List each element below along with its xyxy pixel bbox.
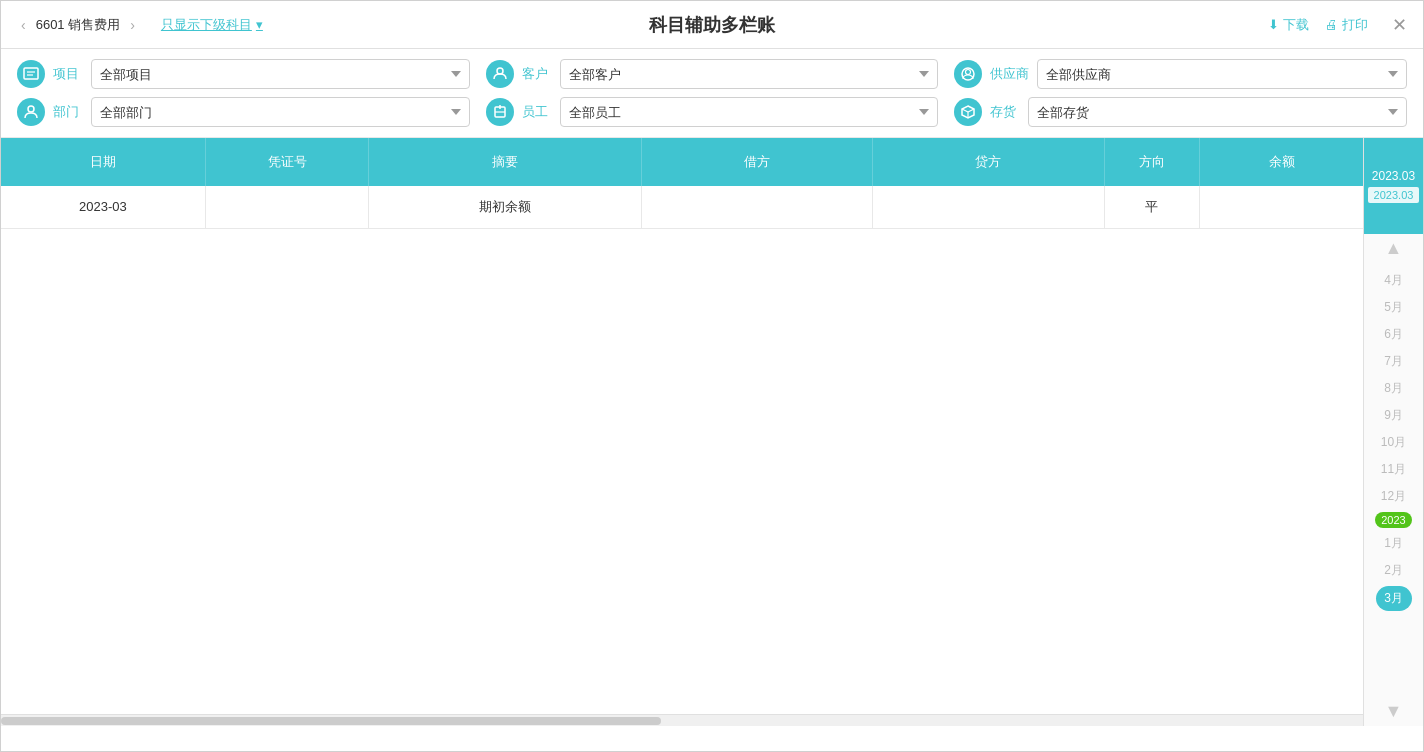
table-scroll-area[interactable]: 日期 凭证号 摘要 借方 贷方 方向 余额 2023-03 期初余额 平 <box>1 138 1363 714</box>
close-button[interactable]: ✕ <box>1392 14 1407 36</box>
inventory-label: 存货 <box>990 103 1020 121</box>
timeline-item[interactable]: 9月 <box>1364 402 1423 429</box>
supplier-icon <box>954 60 982 88</box>
chevron-down-icon: ▾ <box>256 17 263 32</box>
title-bar: ‹ 6601 销售费用 › 只显示下级科目 ▾ 科目辅助多栏账 ⬇ 下载 🖨 打… <box>1 1 1423 49</box>
department-select[interactable]: 全部部门 <box>91 97 470 127</box>
col-summary: 摘要 <box>369 138 641 186</box>
main-content: 日期 凭证号 摘要 借方 贷方 方向 余额 2023-03 期初余额 平 <box>1 138 1363 726</box>
horizontal-scrollbar[interactable] <box>1 714 1363 726</box>
show-sub-button[interactable]: 只显示下级科目 ▾ <box>161 16 263 34</box>
timeline-sidebar: 2023.03 2023.03 ▲ 4月5月6月7月8月9月10月11月12月 2… <box>1363 138 1423 726</box>
timeline-down-button[interactable]: ▼ <box>1364 697 1423 726</box>
supplier-select[interactable]: 全部供应商 <box>1037 59 1407 89</box>
timeline-item[interactable]: 2023 <box>1375 512 1411 528</box>
project-label: 项目 <box>53 65 83 83</box>
timeline-item[interactable]: 4月 <box>1364 267 1423 294</box>
col-balance: 余额 <box>1200 138 1363 186</box>
timeline-item[interactable]: 1月 <box>1364 530 1423 557</box>
timeline-header: 2023.03 2023.03 <box>1364 138 1423 234</box>
timeline-item[interactable]: 10月 <box>1364 429 1423 456</box>
filter-employee: 员工 全部员工 <box>486 97 939 127</box>
supplier-label: 供应商 <box>990 65 1029 83</box>
cell-1 <box>205 186 368 228</box>
inventory-icon <box>954 98 982 126</box>
scrollbar-thumb[interactable] <box>1 717 661 725</box>
filter-customer: 客户 全部客户 <box>486 59 939 89</box>
nav-next-button[interactable]: › <box>126 15 139 35</box>
table-body: 2023-03 期初余额 平 <box>1 186 1363 228</box>
timeline-item[interactable]: 5月 <box>1364 294 1423 321</box>
customer-icon <box>486 60 514 88</box>
svg-rect-0 <box>24 68 38 79</box>
col-date: 日期 <box>1 138 205 186</box>
table-section: 日期 凭证号 摘要 借方 贷方 方向 余额 2023-03 期初余额 平 <box>1 138 1423 726</box>
print-button[interactable]: 🖨 打印 <box>1325 16 1368 34</box>
customer-label: 客户 <box>522 65 552 83</box>
cell-6 <box>1200 186 1363 228</box>
timeline-item[interactable]: 8月 <box>1364 375 1423 402</box>
customer-select[interactable]: 全部客户 <box>560 59 939 89</box>
timeline-up-button[interactable]: ▲ <box>1364 234 1423 263</box>
show-sub-label: 只显示下级科目 <box>161 16 252 34</box>
filter-row-1: 项目 全部项目 客户 全部客户 <box>17 59 1407 89</box>
project-icon <box>17 60 45 88</box>
timeline-header-top: 2023.03 <box>1372 169 1415 183</box>
print-icon: 🖨 <box>1325 17 1338 32</box>
filter-row-2: 部门 全部部门 员工 全部员工 <box>17 97 1407 127</box>
cell-2: 期初余额 <box>369 186 641 228</box>
ledger-table: 日期 凭证号 摘要 借方 贷方 方向 余额 2023-03 期初余额 平 <box>1 138 1363 229</box>
title-actions: ⬇ 下载 🖨 打印 ✕ <box>1268 14 1407 36</box>
employee-select[interactable]: 全部员工 <box>560 97 939 127</box>
department-label: 部门 <box>53 103 83 121</box>
download-label: 下载 <box>1283 16 1309 34</box>
nav-prev-button[interactable]: ‹ <box>17 15 30 35</box>
account-code-label: 6601 销售费用 <box>36 16 121 34</box>
main-window: ‹ 6601 销售费用 › 只显示下级科目 ▾ 科目辅助多栏账 ⬇ 下载 🖨 打… <box>0 0 1424 752</box>
filter-bar: 项目 全部项目 客户 全部客户 <box>1 49 1423 138</box>
timeline-item[interactable]: 11月 <box>1364 456 1423 483</box>
download-icon: ⬇ <box>1268 17 1279 32</box>
col-direction: 方向 <box>1104 138 1199 186</box>
svg-point-3 <box>497 68 503 74</box>
table-header-row: 日期 凭证号 摘要 借方 贷方 方向 余额 <box>1 138 1363 186</box>
print-label: 打印 <box>1342 16 1368 34</box>
timeline-header-sub: 2023.03 <box>1368 187 1420 203</box>
timeline-item[interactable]: 3月 <box>1376 586 1412 611</box>
svg-line-11 <box>968 109 974 112</box>
filter-supplier: 供应商 全部供应商 <box>954 59 1407 89</box>
svg-point-6 <box>28 106 34 112</box>
col-credit: 贷方 <box>873 138 1105 186</box>
col-debit: 借方 <box>641 138 873 186</box>
employee-label: 员工 <box>522 103 552 121</box>
title-left: ‹ 6601 销售费用 › 只显示下级科目 ▾ <box>17 15 263 35</box>
timeline-item[interactable]: 6月 <box>1364 321 1423 348</box>
cell-5: 平 <box>1104 186 1199 228</box>
svg-point-5 <box>966 70 971 75</box>
timeline-item[interactable]: 12月 <box>1364 483 1423 510</box>
employee-icon <box>486 98 514 126</box>
filter-inventory: 存货 全部存货 <box>954 97 1407 127</box>
timeline-item[interactable]: 2月 <box>1364 557 1423 584</box>
cell-3 <box>641 186 873 228</box>
timeline-items: 4月5月6月7月8月9月10月11月12月 2023 1月2月3月 <box>1364 263 1423 697</box>
filter-department: 部门 全部部门 <box>17 97 470 127</box>
cell-0: 2023-03 <box>1 186 205 228</box>
table-row[interactable]: 2023-03 期初余额 平 <box>1 186 1363 228</box>
project-select[interactable]: 全部项目 <box>91 59 470 89</box>
svg-line-10 <box>962 109 968 112</box>
inventory-select[interactable]: 全部存货 <box>1028 97 1407 127</box>
timeline-item[interactable]: 7月 <box>1364 348 1423 375</box>
col-voucher: 凭证号 <box>205 138 368 186</box>
page-title: 科目辅助多栏账 <box>649 13 775 37</box>
cell-4 <box>873 186 1105 228</box>
filter-project: 项目 全部项目 <box>17 59 470 89</box>
department-icon <box>17 98 45 126</box>
download-button[interactable]: ⬇ 下载 <box>1268 16 1309 34</box>
